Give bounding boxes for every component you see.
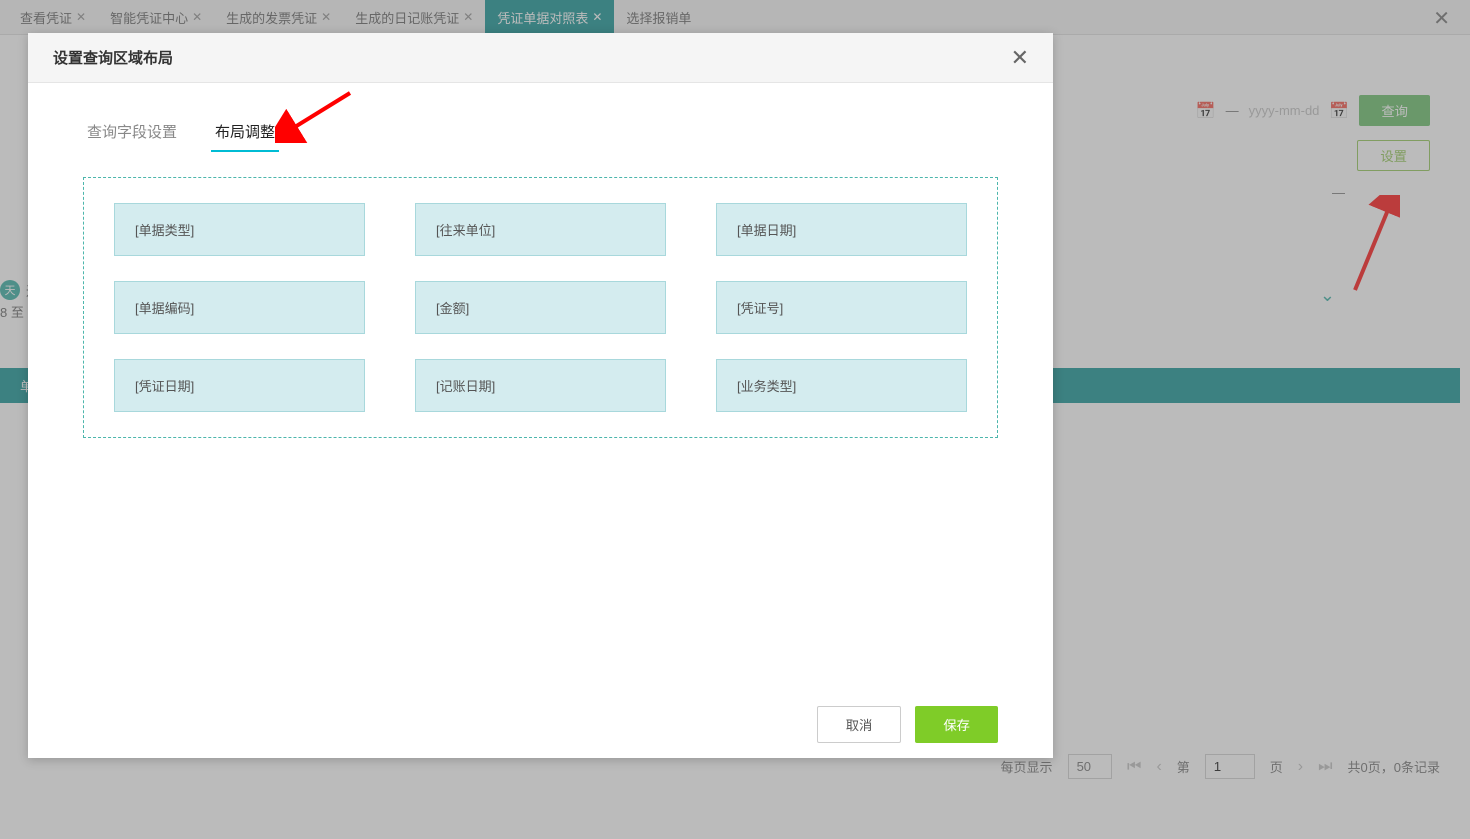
modal-close-icon[interactable]: ✕ <box>1007 45 1033 71</box>
layout-item-amount[interactable]: [金额] <box>415 281 666 334</box>
modal-title: 设置查询区域布局 <box>53 47 173 68</box>
layout-item-doc-type[interactable]: [单据类型] <box>114 203 365 256</box>
layout-item-voucher-date[interactable]: [凭证日期] <box>114 359 365 412</box>
layout-item-doc-code[interactable]: [单据编码] <box>114 281 365 334</box>
settings-modal: 设置查询区域布局 ✕ 查询字段设置 布局调整 [单据类型] [往来单位] [单据… <box>28 33 1053 758</box>
cancel-button[interactable]: 取消 <box>817 706 902 743</box>
modal-header: 设置查询区域布局 ✕ <box>28 33 1053 83</box>
layout-item-partner[interactable]: [往来单位] <box>415 203 666 256</box>
save-button[interactable]: 保存 <box>915 706 998 743</box>
layout-item-doc-date[interactable]: [单据日期] <box>716 203 967 256</box>
layout-grid: [单据类型] [往来单位] [单据日期] [单据编码] [金额] [凭证号] [… <box>114 203 967 412</box>
layout-container: [单据类型] [往来单位] [单据日期] [单据编码] [金额] [凭证号] [… <box>83 177 998 438</box>
layout-item-voucher-no[interactable]: [凭证号] <box>716 281 967 334</box>
modal-tabs: 查询字段设置 布局调整 <box>83 113 998 152</box>
layout-item-biz-type[interactable]: [业务类型] <box>716 359 967 412</box>
tab-layout-adjust[interactable]: 布局调整 <box>211 113 279 152</box>
tab-field-settings[interactable]: 查询字段设置 <box>83 113 181 152</box>
layout-item-posting-date[interactable]: [记账日期] <box>415 359 666 412</box>
modal-footer: 取消 保存 <box>28 691 1053 758</box>
modal-body: 查询字段设置 布局调整 [单据类型] [往来单位] [单据日期] [单据编码] … <box>28 83 1053 691</box>
